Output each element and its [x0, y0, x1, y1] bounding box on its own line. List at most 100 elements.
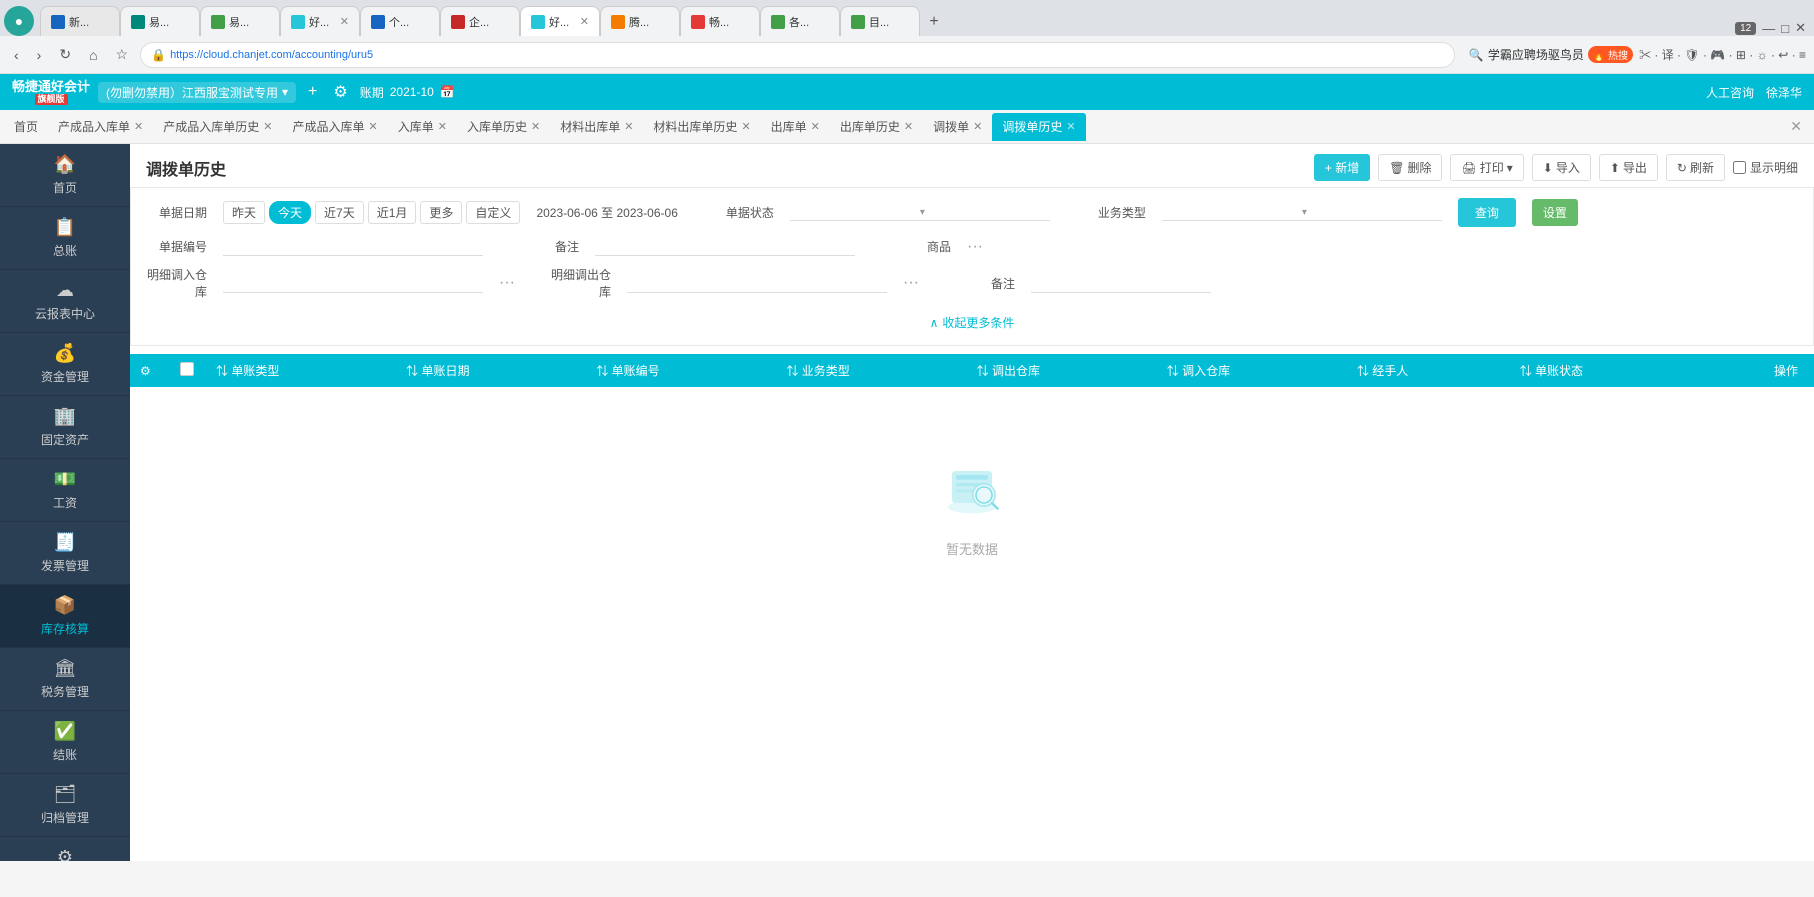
page-tab-chanpin-ruku[interactable]: 产成品入库单 ✕ [48, 113, 153, 141]
tab-10[interactable]: 各... [760, 6, 840, 36]
sidebar-item-home[interactable]: 🏠 首页 [0, 144, 130, 207]
user-name[interactable]: 徐泽华 [1766, 84, 1802, 101]
add-company-button[interactable]: + [304, 83, 321, 101]
biz-type-filter-select[interactable]: ▾ [1162, 205, 1442, 221]
close-tab-icon[interactable]: ✕ [973, 120, 982, 133]
page-tab-chanpin-ruku-history[interactable]: 产成品入库单历史 ✕ [153, 113, 282, 141]
tab-6[interactable]: 企... [440, 6, 520, 36]
th-doc-status[interactable]: ⇅ 单账状态 [1510, 354, 1700, 387]
close-tab-icon[interactable]: ✕ [438, 120, 447, 133]
collapse-filter-button[interactable]: ∧ 收起更多条件 [930, 314, 1015, 331]
sidebar-item-payroll[interactable]: 💵 工资 [0, 459, 130, 522]
close-tab-icon[interactable]: ✕ [904, 120, 913, 133]
th-doc-no[interactable]: ⇅ 单账编号 [586, 354, 776, 387]
date-1month-btn[interactable]: 近1月 [368, 201, 417, 224]
company-selector[interactable]: (勿删勿禁用）江西服宝测试专用 ▾ [98, 82, 296, 103]
note-input[interactable] [1031, 274, 1211, 293]
close-all-tabs-button[interactable]: ✕ [1782, 118, 1810, 135]
calendar-icon[interactable]: 📅 [440, 85, 455, 99]
th-handler[interactable]: ⇅ 经手人 [1347, 354, 1510, 387]
page-tab-chuku[interactable]: 出库单 ✕ [761, 113, 830, 141]
sidebar-item-assets[interactable]: 🏢 固定资产 [0, 396, 130, 459]
th-doc-type[interactable]: ⇅ 单账类型 [206, 354, 396, 387]
browser-minimize-btn[interactable]: — [1762, 21, 1775, 36]
tab-9[interactable]: 畅... [680, 6, 760, 36]
display-toggle-checkbox[interactable] [1733, 161, 1746, 174]
browser-close-btn[interactable]: ✕ [1795, 20, 1806, 36]
date-more-btn[interactable]: 更多 [420, 201, 462, 224]
th-checkbox[interactable] [170, 354, 206, 387]
home-button[interactable]: ⌂ [83, 43, 103, 67]
page-tab-chanpin-ruku2[interactable]: 产成品入库单 ✕ [282, 113, 387, 141]
in-warehouse-input[interactable] [223, 274, 483, 293]
close-tab-icon[interactable]: ✕ [134, 120, 143, 133]
close-tab-icon[interactable]: ✕ [811, 120, 820, 133]
tab-3[interactable]: 易... [200, 6, 280, 36]
bookmark-button[interactable]: ☆ [110, 42, 135, 67]
export-button[interactable]: ⬆ 导出 [1599, 154, 1658, 181]
date-7days-btn[interactable]: 近7天 [315, 201, 364, 224]
url-bar[interactable]: 🔒 https://cloud.chanjet.com/accounting/u… [140, 42, 1455, 68]
goods-dots[interactable]: ··· [967, 238, 983, 256]
sidebar-item-tax[interactable]: 🏛 税务管理 [0, 648, 130, 711]
sidebar-item-invoice[interactable]: 🧾 发票管理 [0, 522, 130, 585]
close-tab-icon[interactable]: ✕ [741, 120, 750, 133]
th-in-warehouse[interactable]: ⇅ 调入仓库 [1157, 354, 1347, 387]
close-tab-icon[interactable]: ✕ [263, 120, 272, 133]
page-tab-ruku[interactable]: 入库单 ✕ [388, 113, 457, 141]
close-tab-icon[interactable]: ✕ [624, 120, 633, 133]
in-warehouse-dots[interactable]: ··· [499, 274, 515, 292]
sidebar-item-fund[interactable]: 💰 资金管理 [0, 333, 130, 396]
new-button[interactable]: + 新增 [1314, 154, 1370, 181]
import-button[interactable]: ⬇ 导入 [1532, 154, 1591, 181]
tab-4[interactable]: 好... ✕ [280, 6, 360, 36]
select-all-checkbox[interactable] [180, 362, 194, 376]
remark-input[interactable] [595, 237, 855, 256]
reload-button[interactable]: ↻ [53, 42, 77, 67]
delete-button[interactable]: 🗑 删除 [1378, 154, 1442, 181]
page-tab-cailiao-chuku[interactable]: 材料出库单 ✕ [550, 113, 643, 141]
tab-7[interactable]: 好... ✕ [520, 6, 600, 36]
page-tab-chuku-history[interactable]: 出库单历史 ✕ [830, 113, 923, 141]
tab-1[interactable]: 新... [40, 6, 120, 36]
date-yesterday-btn[interactable]: 昨天 [223, 201, 265, 224]
page-tab-home[interactable]: 首页 [4, 113, 48, 141]
th-gear[interactable]: ⚙ [130, 354, 170, 387]
out-warehouse-dots[interactable]: ··· [903, 274, 919, 292]
browser-maximize-btn[interactable]: □ [1781, 21, 1789, 36]
sidebar-item-reports[interactable]: ☁ 云报表中心 [0, 270, 130, 333]
filter-settings-button[interactable]: 设置 [1532, 199, 1578, 226]
display-toggle[interactable]: 显示明细 [1733, 159, 1798, 176]
page-tab-diaobo-history[interactable]: 调拨单历史 ✕ [992, 113, 1085, 141]
doc-no-input[interactable] [223, 237, 483, 256]
sidebar-item-settings[interactable]: ⚙ 基础设置 [0, 837, 130, 861]
new-tab-button[interactable]: + [920, 8, 948, 36]
tab-5[interactable]: 个... [360, 6, 440, 36]
sidebar-item-close[interactable]: ✅ 结账 [0, 711, 130, 774]
date-today-btn[interactable]: 今天 [269, 201, 311, 224]
out-warehouse-input[interactable] [627, 274, 887, 293]
sidebar-item-archive[interactable]: 🗂 归档管理 [0, 774, 130, 837]
tab-8[interactable]: 腾... [600, 6, 680, 36]
close-active-tab-icon[interactable]: ✕ [1066, 120, 1075, 133]
forward-button[interactable]: › [31, 43, 48, 67]
page-tab-diaobo[interactable]: 调拨单 ✕ [923, 113, 992, 141]
tab-2[interactable]: 易... [120, 6, 200, 36]
print-button[interactable]: 🖨 打印 ▾ [1450, 154, 1523, 181]
consultant-label[interactable]: 人工咨询 [1706, 84, 1754, 101]
date-custom-btn[interactable]: 自定义 [466, 201, 520, 224]
sidebar-item-inventory[interactable]: 📦 库存核算 [0, 585, 130, 648]
close-tab-icon[interactable]: ✕ [369, 120, 378, 133]
settings-button[interactable]: ⚙ [329, 82, 351, 102]
tab-11[interactable]: 目... [840, 6, 920, 36]
back-button[interactable]: ‹ [8, 43, 25, 67]
th-biz-type[interactable]: ⇅ 业务类型 [776, 354, 966, 387]
th-out-warehouse[interactable]: ⇅ 调出仓库 [967, 354, 1157, 387]
refresh-button[interactable]: ↻ 刷新 [1666, 154, 1725, 181]
status-filter-select[interactable]: ▾ [790, 205, 1050, 221]
page-tab-cailiao-chuku-history[interactable]: 材料出库单历史 ✕ [643, 113, 760, 141]
sidebar-item-ledger[interactable]: 📋 总账 [0, 207, 130, 270]
page-tab-ruku-history[interactable]: 入库单历史 ✕ [457, 113, 550, 141]
close-tab-icon[interactable]: ✕ [531, 120, 540, 133]
search-button[interactable]: 查询 [1458, 198, 1516, 227]
